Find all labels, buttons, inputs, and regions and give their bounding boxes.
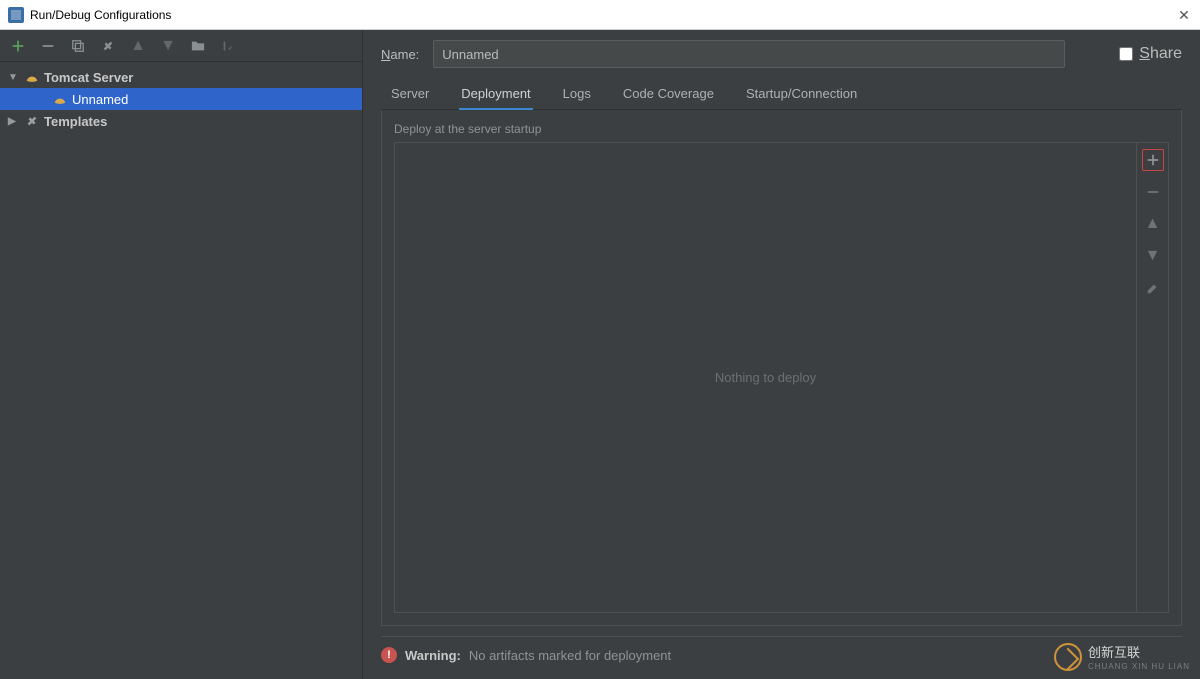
name-input[interactable] — [433, 40, 1065, 68]
window-title: Run/Debug Configurations — [30, 8, 1176, 22]
deploy-add-icon[interactable] — [1142, 149, 1164, 171]
share-checkbox[interactable] — [1119, 47, 1133, 61]
tab-code-coverage[interactable]: Code Coverage — [621, 80, 716, 109]
deploy-empty-message: Nothing to deploy — [715, 370, 816, 385]
deploy-down-icon[interactable]: ▼ — [1142, 245, 1164, 267]
chevron-right-icon: ▶ — [8, 116, 20, 127]
tab-body-deployment: Deploy at the server startup Nothing to … — [381, 110, 1182, 626]
close-icon[interactable]: ✕ — [1176, 7, 1192, 23]
watermark: 创新互联 CHUANG XIN HU LIAN — [1054, 642, 1190, 671]
wrench-icon — [24, 113, 40, 129]
add-icon[interactable] — [10, 38, 26, 54]
tab-logs[interactable]: Logs — [561, 80, 593, 109]
deploy-list[interactable]: Nothing to deploy — [395, 143, 1136, 612]
folder-icon[interactable] — [190, 38, 206, 54]
deploy-remove-icon[interactable] — [1142, 181, 1164, 203]
tree-item-label: Templates — [44, 114, 107, 129]
config-tree: ▼ Tomcat Server Unnamed ▶ Templates — [0, 62, 362, 136]
deploy-tools: ▲ ▼ — [1136, 143, 1168, 612]
chevron-down-icon: ▼ — [8, 72, 20, 83]
watermark-sub: CHUANG XIN HU LIAN — [1088, 662, 1190, 671]
down-icon[interactable]: ▼ — [160, 38, 176, 54]
warning-message: No artifacts marked for deployment — [469, 648, 671, 663]
title-bar: Run/Debug Configurations ✕ — [0, 0, 1200, 30]
content-panel: Name: Share Server Deployment Logs Code … — [363, 30, 1200, 679]
deploy-section-label: Deploy at the server startup — [394, 122, 1169, 136]
share-label: Share — [1139, 45, 1182, 63]
deploy-up-icon[interactable]: ▲ — [1142, 213, 1164, 235]
up-icon[interactable]: ▲ — [130, 38, 146, 54]
tree-item-unnamed[interactable]: Unnamed — [0, 88, 362, 110]
sidebar: ▲ ▼ ▼ Tomcat Server Unnamed ▶ Templates — [0, 30, 363, 679]
share-checkbox-wrap[interactable]: Share — [1119, 45, 1182, 63]
warning-icon: ! — [381, 647, 397, 663]
settings-icon[interactable] — [100, 38, 116, 54]
name-row: Name: Share — [381, 40, 1182, 68]
deploy-edit-icon[interactable] — [1142, 277, 1164, 299]
name-label: Name: — [381, 47, 419, 62]
tree-item-label: Unnamed — [72, 92, 128, 107]
tree-item-templates[interactable]: ▶ Templates — [0, 110, 362, 132]
watermark-logo-icon — [1054, 643, 1082, 671]
deploy-box: Nothing to deploy ▲ ▼ — [394, 142, 1169, 613]
app-icon — [8, 7, 24, 23]
copy-icon[interactable] — [70, 38, 86, 54]
sort-icon[interactable] — [220, 38, 236, 54]
tomcat-icon — [24, 69, 40, 85]
warning-label: Warning: — [405, 648, 461, 663]
remove-icon[interactable] — [40, 38, 56, 54]
tab-bar: Server Deployment Logs Code Coverage Sta… — [381, 80, 1182, 110]
sidebar-toolbar: ▲ ▼ — [0, 30, 362, 62]
tab-server[interactable]: Server — [389, 80, 431, 109]
tomcat-icon — [52, 91, 68, 107]
tree-item-label: Tomcat Server — [44, 70, 133, 85]
tab-startup-connection[interactable]: Startup/Connection — [744, 80, 859, 109]
tree-item-tomcat-server[interactable]: ▼ Tomcat Server — [0, 66, 362, 88]
watermark-brand: 创新互联 — [1088, 645, 1140, 660]
tab-deployment[interactable]: Deployment — [459, 80, 532, 109]
